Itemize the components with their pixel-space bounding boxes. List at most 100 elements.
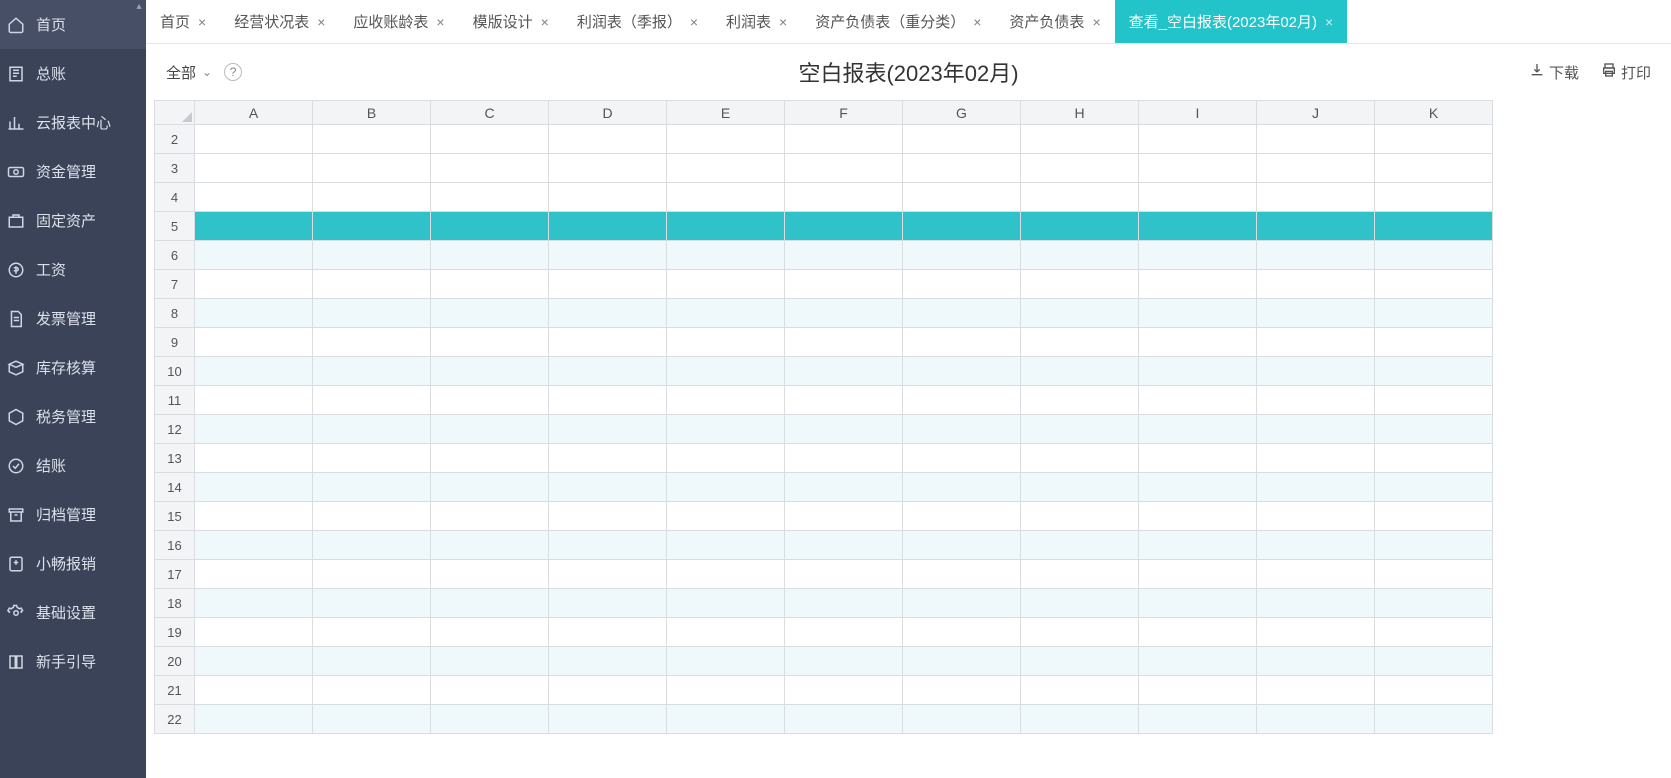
cell-D15[interactable] [549, 502, 667, 531]
cell-F6[interactable] [785, 241, 903, 270]
cell-K5[interactable] [1375, 212, 1493, 241]
cell-E10[interactable] [667, 357, 785, 386]
cell-B3[interactable] [313, 154, 431, 183]
cell-F22[interactable] [785, 705, 903, 734]
cell-K16[interactable] [1375, 531, 1493, 560]
sidebar-item-0[interactable]: 首页 [0, 0, 146, 49]
cell-C13[interactable] [431, 444, 549, 473]
cell-G22[interactable] [903, 705, 1021, 734]
cell-D4[interactable] [549, 183, 667, 212]
sidebar-collapse-icon[interactable]: ▴ [132, 0, 146, 14]
cell-G20[interactable] [903, 647, 1021, 676]
cell-J13[interactable] [1257, 444, 1375, 473]
cell-E18[interactable] [667, 589, 785, 618]
sidebar-item-11[interactable]: 小畅报销 [0, 539, 146, 588]
row-header-9[interactable]: 9 [155, 328, 195, 357]
cell-F5[interactable] [785, 212, 903, 241]
cell-A3[interactable] [195, 154, 313, 183]
cell-A2[interactable] [195, 125, 313, 154]
cell-C22[interactable] [431, 705, 549, 734]
cell-H19[interactable] [1021, 618, 1139, 647]
cell-K10[interactable] [1375, 357, 1493, 386]
col-header-A[interactable]: A [195, 101, 313, 125]
col-header-K[interactable]: K [1375, 101, 1493, 125]
cell-B4[interactable] [313, 183, 431, 212]
cell-K6[interactable] [1375, 241, 1493, 270]
col-header-G[interactable]: G [903, 101, 1021, 125]
cell-G8[interactable] [903, 299, 1021, 328]
row-header-12[interactable]: 12 [155, 415, 195, 444]
cell-A15[interactable] [195, 502, 313, 531]
sidebar-item-2[interactable]: 云报表中心 [0, 98, 146, 147]
cell-J16[interactable] [1257, 531, 1375, 560]
cell-D19[interactable] [549, 618, 667, 647]
cell-F18[interactable] [785, 589, 903, 618]
cell-K3[interactable] [1375, 154, 1493, 183]
cell-E16[interactable] [667, 531, 785, 560]
cell-B21[interactable] [313, 676, 431, 705]
cell-F11[interactable] [785, 386, 903, 415]
cell-H18[interactable] [1021, 589, 1139, 618]
cell-E13[interactable] [667, 444, 785, 473]
cell-A4[interactable] [195, 183, 313, 212]
row-header-14[interactable]: 14 [155, 473, 195, 502]
cell-K7[interactable] [1375, 270, 1493, 299]
select-all-corner[interactable] [155, 101, 195, 125]
cell-B16[interactable] [313, 531, 431, 560]
cell-G18[interactable] [903, 589, 1021, 618]
cell-J15[interactable] [1257, 502, 1375, 531]
sidebar-item-8[interactable]: 税务管理 [0, 392, 146, 441]
row-header-10[interactable]: 10 [155, 357, 195, 386]
cell-G12[interactable] [903, 415, 1021, 444]
row-header-16[interactable]: 16 [155, 531, 195, 560]
cell-J14[interactable] [1257, 473, 1375, 502]
cell-B11[interactable] [313, 386, 431, 415]
cell-I5[interactable] [1139, 212, 1257, 241]
cell-G17[interactable] [903, 560, 1021, 589]
cell-E21[interactable] [667, 676, 785, 705]
col-header-E[interactable]: E [667, 101, 785, 125]
row-header-18[interactable]: 18 [155, 589, 195, 618]
tab-4[interactable]: 利润表（季报）× [563, 0, 712, 43]
row-header-11[interactable]: 11 [155, 386, 195, 415]
cell-I21[interactable] [1139, 676, 1257, 705]
cell-C9[interactable] [431, 328, 549, 357]
sidebar-item-3[interactable]: 资金管理 [0, 147, 146, 196]
row-header-3[interactable]: 3 [155, 154, 195, 183]
cell-F14[interactable] [785, 473, 903, 502]
cell-J19[interactable] [1257, 618, 1375, 647]
download-button[interactable]: 下载 [1529, 62, 1579, 83]
cell-F2[interactable] [785, 125, 903, 154]
cell-C18[interactable] [431, 589, 549, 618]
cell-J2[interactable] [1257, 125, 1375, 154]
cell-B7[interactable] [313, 270, 431, 299]
cell-D8[interactable] [549, 299, 667, 328]
close-icon[interactable]: × [1325, 14, 1333, 30]
cell-G7[interactable] [903, 270, 1021, 299]
cell-B6[interactable] [313, 241, 431, 270]
cell-C14[interactable] [431, 473, 549, 502]
spreadsheet[interactable]: ABCDEFGHIJK23456789101112131415161718192… [146, 100, 1671, 778]
cell-I14[interactable] [1139, 473, 1257, 502]
cell-F13[interactable] [785, 444, 903, 473]
cell-D13[interactable] [549, 444, 667, 473]
cell-F4[interactable] [785, 183, 903, 212]
cell-G9[interactable] [903, 328, 1021, 357]
cell-I8[interactable] [1139, 299, 1257, 328]
cell-K18[interactable] [1375, 589, 1493, 618]
cell-J11[interactable] [1257, 386, 1375, 415]
close-icon[interactable]: × [541, 14, 549, 30]
cell-J18[interactable] [1257, 589, 1375, 618]
cell-H5[interactable] [1021, 212, 1139, 241]
cell-G16[interactable] [903, 531, 1021, 560]
cell-A6[interactable] [195, 241, 313, 270]
row-header-15[interactable]: 15 [155, 502, 195, 531]
cell-C20[interactable] [431, 647, 549, 676]
cell-C19[interactable] [431, 618, 549, 647]
cell-K15[interactable] [1375, 502, 1493, 531]
cell-E8[interactable] [667, 299, 785, 328]
col-header-B[interactable]: B [313, 101, 431, 125]
row-header-2[interactable]: 2 [155, 125, 195, 154]
cell-E15[interactable] [667, 502, 785, 531]
cell-B2[interactable] [313, 125, 431, 154]
